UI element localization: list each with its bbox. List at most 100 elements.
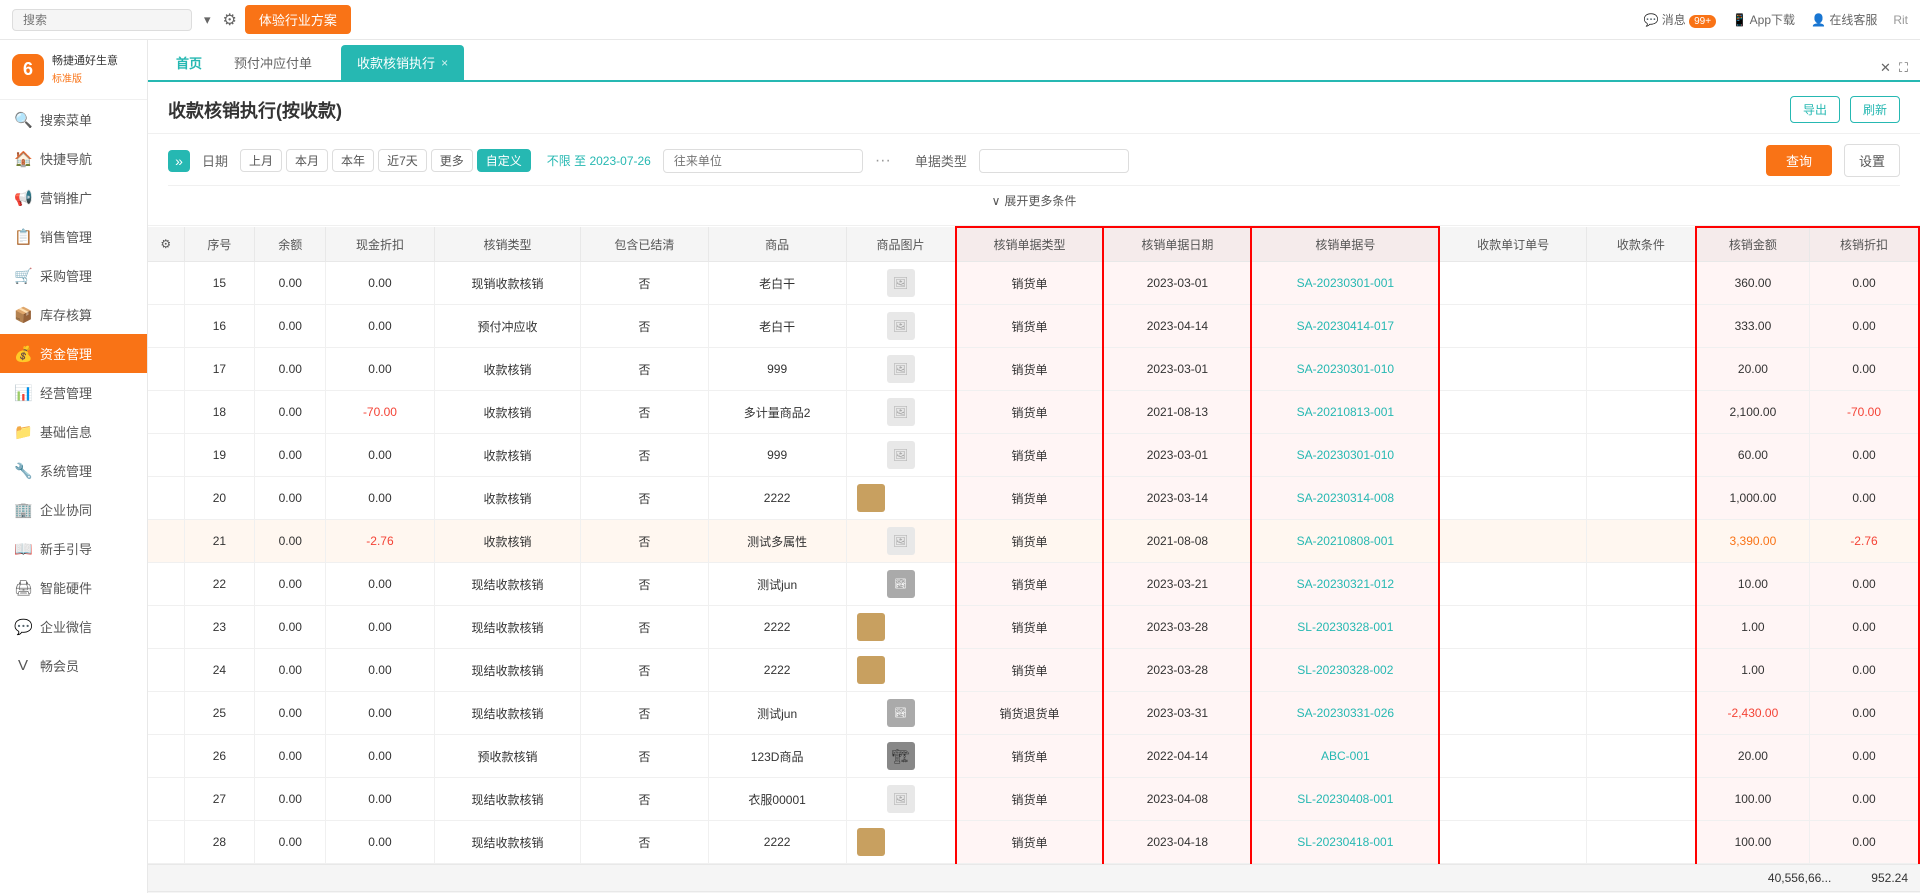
td-balance: 0.00 (255, 305, 326, 348)
sidebar-item-operations[interactable]: 📊 经营管理 (0, 373, 147, 412)
online-service-link[interactable]: 👤 在线客服 (1811, 11, 1877, 28)
table-row: 16 0.00 0.00 预付冲应收 否 老白干 🖼 销货单 2023-04-1… (148, 305, 1919, 348)
date-btn-more[interactable]: 更多 (431, 149, 473, 172)
page-header: 收款核销执行(按收款) 导出 刷新 (148, 82, 1920, 134)
sidebar-item-marketing[interactable]: 📢 营销推广 (0, 178, 147, 217)
expand-tab-icon[interactable]: ⛶ (1899, 60, 1908, 76)
report-no-link[interactable]: SL-20230328-002 (1297, 663, 1393, 677)
close-all-icon[interactable]: ✕ (1880, 60, 1891, 76)
sidebar-item-search-menu[interactable]: 🔍 搜索菜单 (0, 100, 147, 139)
tab-prepay-close-icon[interactable]: × (318, 56, 325, 70)
sidebar-item-basic-info[interactable]: 📁 基础信息 (0, 412, 147, 451)
tab-prepay[interactable]: 预付冲应付单 × (218, 45, 341, 80)
date-btn-last-month[interactable]: 上月 (240, 149, 282, 172)
td-writeoff-type: 现结收款核销 (434, 649, 580, 692)
td-report-no[interactable]: SA-20210813-001 (1251, 391, 1439, 434)
td-no: 26 (184, 735, 255, 778)
dropdown-arrow-icon[interactable]: ▾ (204, 12, 211, 28)
sidebar-item-enterprise[interactable]: 🏢 企业协同 (0, 490, 147, 529)
td-report-no[interactable]: SA-20230321-012 (1251, 563, 1439, 606)
td-report-no[interactable]: SL-20230328-002 (1251, 649, 1439, 692)
tab-collection-close-icon[interactable]: × (441, 56, 448, 70)
messages-area[interactable]: 💬 消息 99+ (1643, 11, 1716, 28)
td-report-type: 销货退货单 (956, 692, 1104, 735)
report-no-link[interactable]: ABC-001 (1321, 749, 1370, 763)
td-cash-discount: 0.00 (326, 606, 435, 649)
td-report-no[interactable]: SA-20230301-010 (1251, 348, 1439, 391)
sidebar-item-system[interactable]: 🔧 系统管理 (0, 451, 147, 490)
bill-type-select[interactable] (979, 149, 1129, 173)
export-button[interactable]: 导出 (1790, 96, 1840, 123)
sidebar-item-quick-nav[interactable]: 🏠 快捷导航 (0, 139, 147, 178)
sidebar-item-vip[interactable]: V 畅会员 (0, 646, 147, 685)
td-product-image (846, 477, 955, 520)
sidebar-item-sales[interactable]: 📋 销售管理 (0, 217, 147, 256)
report-no-link[interactable]: SA-20230301-010 (1297, 362, 1394, 376)
tab-home[interactable]: 首页 (160, 45, 218, 80)
td-writeoff-amount: 3,390.00 (1696, 520, 1810, 563)
search-input[interactable] (12, 9, 192, 31)
td-report-date: 2023-04-14 (1103, 305, 1251, 348)
td-balance: 0.00 (255, 477, 326, 520)
from-unit-input[interactable] (663, 149, 863, 173)
td-include-settled: 否 (581, 348, 708, 391)
td-include-settled: 否 (581, 821, 708, 864)
sidebar-item-inventory[interactable]: 📦 库存核算 (0, 295, 147, 334)
report-no-link[interactable]: SA-20230331-026 (1297, 706, 1394, 720)
expand-more-button[interactable]: ∨ 展开更多条件 (168, 185, 1900, 215)
td-writeoff-type: 现结收款核销 (434, 692, 580, 735)
report-no-link[interactable]: SA-20230301-010 (1297, 448, 1394, 462)
td-product-image: 🖼 (846, 262, 955, 305)
td-report-no[interactable]: SA-20210808-001 (1251, 520, 1439, 563)
td-report-no[interactable]: SA-20230301-001 (1251, 262, 1439, 305)
filter-settings-button[interactable]: 设置 (1844, 144, 1900, 177)
report-no-link[interactable]: SA-20230314-008 (1297, 491, 1394, 505)
report-no-link[interactable]: SL-20230418-001 (1297, 835, 1393, 849)
td-report-no[interactable]: SA-20230314-008 (1251, 477, 1439, 520)
td-product-image: 🖼 (846, 391, 955, 434)
td-report-no[interactable]: SL-20230328-001 (1251, 606, 1439, 649)
td-product-image: 🏞 (846, 692, 955, 735)
report-no-link[interactable]: SL-20230408-001 (1297, 792, 1393, 806)
date-btn-custom[interactable]: 自定义 (477, 149, 531, 172)
report-no-link[interactable]: SA-20230414-017 (1297, 319, 1394, 333)
sidebar-label-enterprise: 企业协同 (40, 500, 92, 519)
report-no-link[interactable]: SA-20230301-001 (1297, 276, 1394, 290)
app-download-link[interactable]: 📱 App下载 (1732, 11, 1795, 28)
report-no-link[interactable]: SA-20210808-001 (1297, 534, 1394, 548)
sidebar-item-purchase[interactable]: 🛒 采购管理 (0, 256, 147, 295)
sidebar-item-wechat[interactable]: 💬 企业微信 (0, 607, 147, 646)
filter-expand-button[interactable]: » (168, 150, 190, 172)
th-settings[interactable]: ⚙ (148, 227, 184, 262)
td-writeoff-type: 现销收款核销 (434, 262, 580, 305)
report-no-link[interactable]: SA-20230321-012 (1297, 577, 1394, 591)
td-report-no[interactable]: SL-20230418-001 (1251, 821, 1439, 864)
settings-icon[interactable]: ⚙ (223, 10, 237, 30)
td-report-no[interactable]: SA-20230301-010 (1251, 434, 1439, 477)
td-settings (148, 821, 184, 864)
table-wrapper[interactable]: ⚙ 序号 余额 现金折扣 核销类型 包含已结清 商品 商品图片 核销单据类型 核… (148, 226, 1920, 893)
date-btn-this-month[interactable]: 本月 (286, 149, 328, 172)
td-settings (148, 649, 184, 692)
td-writeoff-amount: -2,430.00 (1696, 692, 1810, 735)
td-report-no[interactable]: SL-20230408-001 (1251, 778, 1439, 821)
td-cash-discount: 0.00 (326, 434, 435, 477)
query-button[interactable]: 查询 (1766, 145, 1832, 176)
date-btn-this-year[interactable]: 本年 (332, 149, 374, 172)
industry-solution-button[interactable]: 体验行业方案 (245, 5, 351, 34)
report-no-link[interactable]: SL-20230328-001 (1297, 620, 1393, 634)
td-report-no[interactable]: SA-20230414-017 (1251, 305, 1439, 348)
date-btn-7days[interactable]: 近7天 (378, 149, 427, 172)
cart-icon: 🛒 (14, 267, 32, 285)
td-collection-order (1439, 520, 1586, 563)
tab-collection[interactable]: 收款核销执行 × (341, 45, 464, 80)
sidebar-item-finance[interactable]: 💰 资金管理 (0, 334, 147, 373)
td-balance: 0.00 (255, 778, 326, 821)
sidebar-item-smart-hw[interactable]: 🖨 智能硬件 (0, 568, 147, 607)
td-report-no[interactable]: ABC-001 (1251, 735, 1439, 778)
td-report-no[interactable]: SA-20230331-026 (1251, 692, 1439, 735)
refresh-button[interactable]: 刷新 (1850, 96, 1900, 123)
report-no-link[interactable]: SA-20210813-001 (1297, 405, 1394, 419)
sidebar-item-guide[interactable]: 📖 新手引导 (0, 529, 147, 568)
from-unit-more-icon[interactable]: ··· (875, 152, 891, 170)
